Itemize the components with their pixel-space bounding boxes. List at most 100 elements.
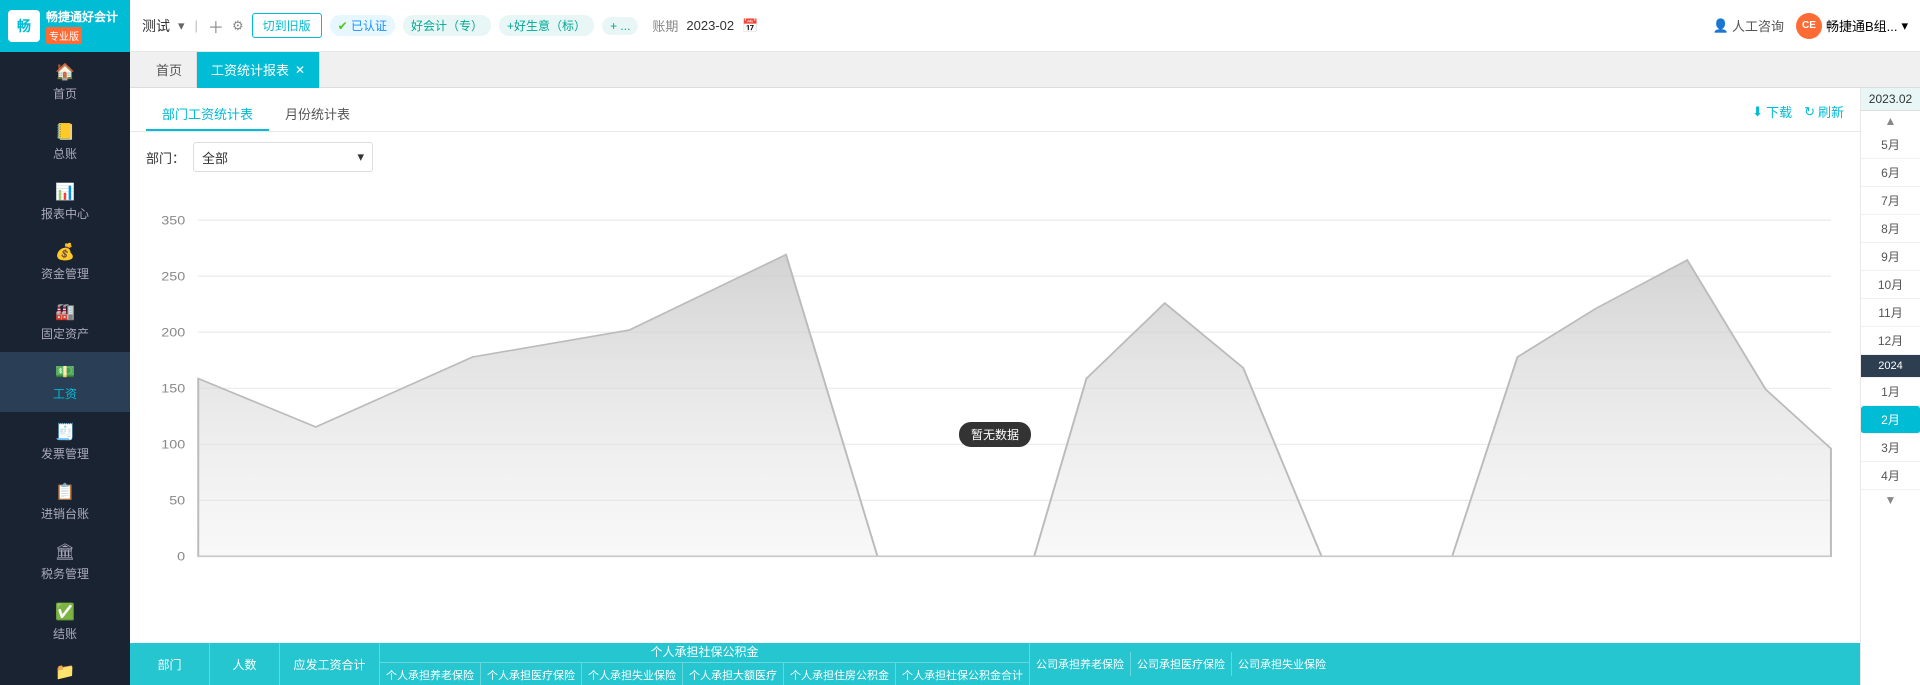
tab-close-icon[interactable]: ✕ <box>295 63 305 77</box>
sidebar-item-sales[interactable]: 📋 进销台账 <box>0 472 130 532</box>
company-dropdown-icon[interactable]: ▾ <box>178 18 185 34</box>
year-header-2023: 2023.02 <box>1861 88 1920 111</box>
user-menu[interactable]: CE 畅捷通B组... ▾ <box>1796 13 1908 39</box>
scroll-down-btn[interactable]: ▼ <box>1861 490 1920 510</box>
tax-icon: 🏛 <box>55 542 75 562</box>
month-dec[interactable]: 12月 <box>1861 327 1920 355</box>
switch-to-old-btn[interactable]: 切到旧版 <box>252 13 322 38</box>
svg-text:150: 150 <box>161 382 185 395</box>
tab-salary-report[interactable]: 工资统计报表 ✕ <box>197 52 320 88</box>
footer-company-unemployment: 公司承担失业保险 <box>1232 652 1332 676</box>
month-jan[interactable]: 1月 <box>1861 378 1920 406</box>
sales-icon: 📋 <box>55 482 75 502</box>
dept-label: 部门： <box>146 148 185 167</box>
toolbar: 部门： 全部 ▾ <box>130 132 1860 182</box>
scroll-up-btn[interactable]: ▲ <box>1861 111 1920 131</box>
month-oct[interactable]: 10月 <box>1861 271 1920 299</box>
footer-personal-large-medical: 个人承担大额医疗 <box>683 663 784 685</box>
month-jul[interactable]: 7月 <box>1861 187 1920 215</box>
subtab-dept[interactable]: 部门工资统计表 <box>146 98 269 131</box>
refresh-icon: ↻ <box>1804 104 1815 120</box>
salary-icon: 💵 <box>55 362 75 382</box>
month-apr[interactable]: 4月 <box>1861 462 1920 490</box>
sidebar-item-assets[interactable]: 🏭 固定资产 <box>0 292 130 352</box>
month-feb-active[interactable]: 2月 <box>1861 406 1920 434</box>
right-panel: 2023.02 ▲ 5月 6月 7月 8月 9月 10月 11月 12月 202… <box>1860 88 1920 685</box>
settings-gear-icon[interactable]: ⚙ <box>232 18 244 34</box>
footer-personal-group: 个人承担社保公积金 个人承担养老保险 个人承担医疗保险 个人承担失业保险 个人承… <box>380 643 1030 685</box>
user-dropdown-icon: ▾ <box>1901 18 1908 34</box>
svg-text:100: 100 <box>161 438 185 451</box>
period-value: 2023-02 <box>686 18 734 33</box>
month-mar[interactable]: 3月 <box>1861 434 1920 462</box>
footer-personal-medical: 个人承担医疗保险 <box>481 663 582 685</box>
svg-text:50: 50 <box>169 494 185 507</box>
page-content: 部门工资统计表 月份统计表 ⬇ 下载 ↻ 刷新 <box>130 88 1860 685</box>
month-nov[interactable]: 11月 <box>1861 299 1920 327</box>
sidebar-item-closing[interactable]: ✅ 结账 <box>0 592 130 652</box>
footer-company-pension: 公司承担养老保险 <box>1030 652 1131 676</box>
month-jun[interactable]: 6月 <box>1861 159 1920 187</box>
topbar-right: 👤 人工咨询 CE 畅捷通B组... ▾ <box>1713 13 1908 39</box>
sidebar-item-invoice[interactable]: 🧾 发票管理 <box>0 412 130 472</box>
sidebar-item-tax[interactable]: 🏛 税务管理 <box>0 532 130 592</box>
footer-personal-housing: 个人承担住房公积金 <box>784 663 896 685</box>
funds-icon: 💰 <box>55 242 75 262</box>
month-may[interactable]: 5月 <box>1861 131 1920 159</box>
tabs-bar: 首页 工资统计报表 ✕ <box>130 52 1920 88</box>
badge-good-business: +好生意（标） <box>499 15 594 36</box>
footer-personal-total: 个人承担社保公积金合计 <box>896 663 1029 685</box>
chart-svg: 0 50 100 150 200 250 350 <box>146 190 1844 599</box>
sidebar-item-reports[interactable]: 📊 报表中心 <box>0 172 130 232</box>
footer-group-cols: 个人承担养老保险 个人承担医疗保险 个人承担失业保险 个人承担大额医疗 个人承担… <box>380 663 1029 685</box>
subtab-monthly[interactable]: 月份统计表 <box>269 98 366 131</box>
month-aug[interactable]: 8月 <box>1861 215 1920 243</box>
closing-icon: ✅ <box>55 602 75 622</box>
main-content: 测试 ▾ | ＋ ⚙ 切到旧版 ✔ 已认证 好会计（专） +好生意（标） + .… <box>130 0 1920 685</box>
home-icon: 🏠 <box>55 62 75 82</box>
badge-more: + ... <box>602 17 638 35</box>
sidebar-item-salary[interactable]: 💵 工资 <box>0 352 130 412</box>
subtabs: 部门工资统计表 月份统计表 ⬇ 下载 ↻ 刷新 <box>130 88 1860 132</box>
help-btn[interactable]: 👤 人工咨询 <box>1713 16 1784 35</box>
topbar-divider1: | <box>195 18 198 33</box>
download-btn[interactable]: ⬇ 下载 <box>1752 102 1792 121</box>
footer-dept: 部门 <box>130 643 210 685</box>
year-marker-2024: 2024 <box>1861 355 1920 378</box>
logo-icon: 畅 <box>8 10 40 42</box>
invoice-icon: 🧾 <box>55 422 75 442</box>
tab-home[interactable]: 首页 <box>142 52 197 88</box>
user-avatar: CE <box>1796 13 1822 39</box>
sidebar-item-home[interactable]: 🏠 首页 <box>0 52 130 112</box>
chart-container: 暂无数据 0 50 100 150 200 250 <box>130 182 1860 643</box>
dept-select[interactable]: 全部 ▾ <box>193 142 373 172</box>
svg-text:0: 0 <box>177 550 185 563</box>
logo-text: 畅捷通好会计 专业版 <box>46 8 118 44</box>
badge-good-accounting: 好会计（专） <box>403 15 491 36</box>
ledger-icon: 📒 <box>55 122 75 142</box>
certified-badge: ✔ 已认证 <box>330 15 395 36</box>
toolbar-left: 部门： 全部 ▾ <box>146 142 373 172</box>
select-dropdown-icon: ▾ <box>357 149 364 165</box>
reports-icon: 📊 <box>55 182 75 202</box>
svg-text:200: 200 <box>161 326 185 339</box>
footer-group-label: 个人承担社保公积金 <box>380 643 1029 663</box>
sidebar-item-ledger[interactable]: 📒 总账 <box>0 112 130 172</box>
sidebar-item-funds[interactable]: 💰 资金管理 <box>0 232 130 292</box>
sidebar-logo: 畅 畅捷通好会计 专业版 <box>0 0 130 52</box>
svg-text:350: 350 <box>161 214 185 227</box>
sidebar-item-archive[interactable]: 📁 归档管理 <box>0 652 130 685</box>
footer-personal-unemployment: 个人承担失业保险 <box>582 663 683 685</box>
chart-tooltip: 暂无数据 <box>959 422 1031 447</box>
month-sep[interactable]: 9月 <box>1861 243 1920 271</box>
archive-icon: 📁 <box>55 662 75 682</box>
help-icon: 👤 <box>1713 18 1729 34</box>
calendar-icon[interactable]: 📅 <box>742 18 758 34</box>
company-name: 测试 <box>142 16 170 36</box>
footer-company-medical: 公司承担医疗保险 <box>1131 652 1232 676</box>
content-area: 部门工资统计表 月份统计表 ⬇ 下载 ↻ 刷新 <box>130 88 1920 685</box>
add-icon[interactable]: ＋ <box>208 14 224 38</box>
assets-icon: 🏭 <box>55 302 75 322</box>
refresh-btn[interactable]: ↻ 刷新 <box>1804 102 1844 121</box>
download-icon: ⬇ <box>1752 104 1763 120</box>
